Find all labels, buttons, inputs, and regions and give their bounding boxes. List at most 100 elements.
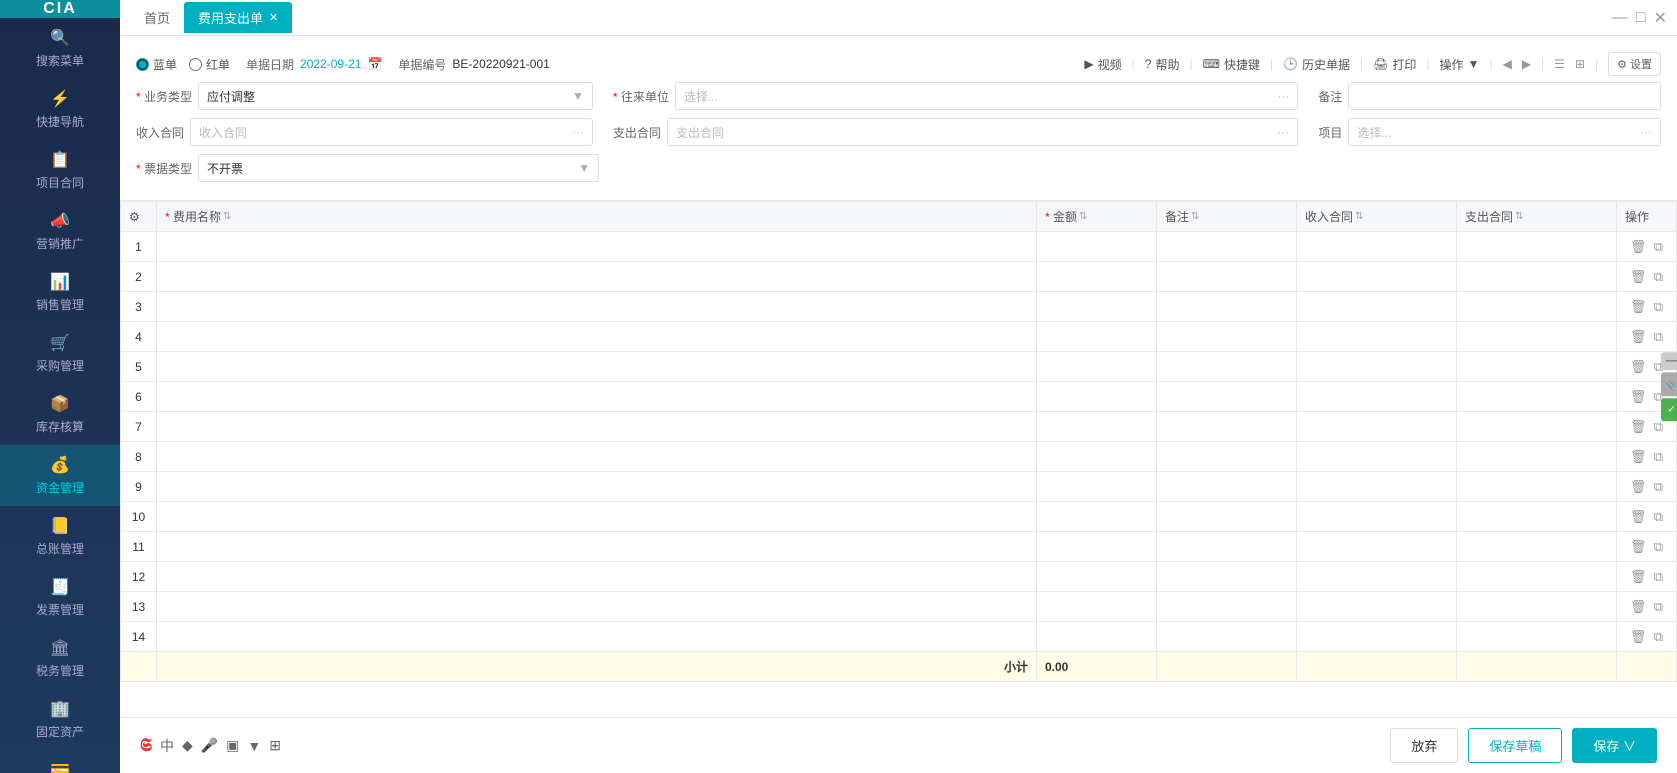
cell-income-contract[interactable] xyxy=(1297,502,1457,532)
cell-expense-contract[interactable] xyxy=(1457,472,1617,502)
cell-expense-name[interactable] xyxy=(157,592,1037,622)
sidebar-item-tax[interactable]: 🏛 税务管理 xyxy=(0,628,120,689)
project-input[interactable]: 选择... ··· xyxy=(1348,118,1661,146)
delete-row-button[interactable]: 🗑 xyxy=(1628,447,1649,467)
delete-row-button[interactable]: 🗑 xyxy=(1628,567,1649,587)
sidebar-item-purchase[interactable]: 🛒 采购管理 xyxy=(0,323,120,384)
cell-remark[interactable] xyxy=(1157,562,1297,592)
footer-icon-mic[interactable]: 🎤 xyxy=(201,737,218,754)
cell-amount[interactable] xyxy=(1037,442,1157,472)
cell-expense-name[interactable] xyxy=(157,532,1037,562)
income-contract-input[interactable]: 收入合同 ··· xyxy=(190,118,593,146)
right-panel-btn-attach[interactable]: 📎 xyxy=(1661,372,1677,396)
minimize-icon[interactable]: — xyxy=(1612,9,1628,27)
cell-amount[interactable] xyxy=(1037,262,1157,292)
cell-remark[interactable] xyxy=(1157,532,1297,562)
cell-expense-contract[interactable] xyxy=(1457,262,1617,292)
sidebar-item-invoice[interactable]: 🧾 发票管理 xyxy=(0,567,120,628)
cell-income-contract[interactable] xyxy=(1297,232,1457,262)
btn-video[interactable]: ▶ 视频 xyxy=(1084,56,1121,73)
cell-expense-contract[interactable] xyxy=(1457,442,1617,472)
copy-row-button[interactable]: ⧉ xyxy=(1652,327,1665,347)
cell-expense-name[interactable] xyxy=(157,292,1037,322)
cell-expense-contract[interactable] xyxy=(1457,562,1617,592)
cell-expense-contract[interactable] xyxy=(1457,412,1617,442)
cell-income-contract[interactable] xyxy=(1297,262,1457,292)
cell-expense-name[interactable] xyxy=(157,352,1037,382)
cell-expense-name[interactable] xyxy=(157,562,1037,592)
copy-row-button[interactable]: ⧉ xyxy=(1652,267,1665,287)
btn-help[interactable]: ? 帮助 xyxy=(1145,56,1180,73)
cell-remark[interactable] xyxy=(1157,352,1297,382)
cell-remark[interactable] xyxy=(1157,232,1297,262)
sidebar-item-payroll[interactable]: 💳 工资 xyxy=(0,750,120,773)
cell-remark[interactable] xyxy=(1157,502,1297,532)
cell-remark[interactable] xyxy=(1157,592,1297,622)
cell-income-contract[interactable] xyxy=(1297,322,1457,352)
cell-income-contract[interactable] xyxy=(1297,592,1457,622)
cell-amount[interactable] xyxy=(1037,562,1157,592)
sort-icon-remark[interactable]: ⇅ xyxy=(1191,211,1199,222)
cell-expense-contract[interactable] xyxy=(1457,382,1617,412)
btn-operation[interactable]: 操作 ▼ xyxy=(1440,56,1480,73)
copy-row-button[interactable]: ⧉ xyxy=(1652,477,1665,497)
cell-remark[interactable] xyxy=(1157,442,1297,472)
cell-income-contract[interactable] xyxy=(1297,382,1457,412)
cell-remark[interactable] xyxy=(1157,622,1297,652)
sidebar-item-quicknav[interactable]: ⚡ 快捷导航 xyxy=(0,79,120,140)
cell-income-contract[interactable] xyxy=(1297,562,1457,592)
right-panel-btn-3[interactable]: ✓ xyxy=(1661,398,1677,421)
delete-row-button[interactable]: 🗑 xyxy=(1628,297,1649,317)
cell-amount[interactable] xyxy=(1037,622,1157,652)
sidebar-item-assets[interactable]: 🏢 固定资产 xyxy=(0,689,120,750)
delete-row-button[interactable]: 🗑 xyxy=(1628,537,1649,557)
cell-income-contract[interactable] xyxy=(1297,472,1457,502)
tab-home[interactable]: 首页 xyxy=(130,2,184,33)
settings-button[interactable]: ⚙ 设置 xyxy=(1608,52,1661,76)
footer-icon-1[interactable]: 中 xyxy=(160,736,174,756)
cell-income-contract[interactable] xyxy=(1297,352,1457,382)
btn-print[interactable]: 🖨 打印 xyxy=(1373,56,1416,73)
cell-expense-contract[interactable] xyxy=(1457,532,1617,562)
cell-amount[interactable] xyxy=(1037,292,1157,322)
cell-income-contract[interactable] xyxy=(1297,622,1457,652)
cell-expense-contract[interactable] xyxy=(1457,592,1617,622)
cell-expense-name[interactable] xyxy=(157,262,1037,292)
radio-blue[interactable]: 蓝单 xyxy=(136,56,177,73)
cell-expense-contract[interactable] xyxy=(1457,352,1617,382)
cell-amount[interactable] xyxy=(1037,382,1157,412)
delete-row-button[interactable]: 🗑 xyxy=(1628,237,1649,257)
delete-row-button[interactable]: 🗑 xyxy=(1628,627,1649,647)
cell-income-contract[interactable] xyxy=(1297,532,1457,562)
copy-row-button[interactable]: ⧉ xyxy=(1652,507,1665,527)
biz-type-select[interactable]: 应付调整 ▼ xyxy=(198,82,593,110)
tab-expense[interactable]: 费用支出单 ✕ xyxy=(184,2,292,33)
cell-income-contract[interactable] xyxy=(1297,442,1457,472)
maximize-icon[interactable]: □ xyxy=(1636,9,1646,27)
delete-row-button[interactable]: 🗑 xyxy=(1628,387,1649,407)
sort-icon-expense[interactable]: ⇅ xyxy=(1515,211,1523,222)
cell-expense-contract[interactable] xyxy=(1457,232,1617,262)
cell-expense-contract[interactable] xyxy=(1457,502,1617,532)
sidebar-item-marketing[interactable]: 📣 营销推广 xyxy=(0,201,120,262)
sidebar-item-capital[interactable]: 💰 资金管理 xyxy=(0,445,120,506)
btn-shortcut[interactable]: ⌨ 快捷键 xyxy=(1203,56,1260,73)
cell-amount[interactable] xyxy=(1037,502,1157,532)
delete-row-button[interactable]: 🗑 xyxy=(1628,597,1649,617)
copy-row-button[interactable]: ⧉ xyxy=(1652,597,1665,617)
delete-row-button[interactable]: 🗑 xyxy=(1628,327,1649,347)
cell-expense-name[interactable] xyxy=(157,382,1037,412)
copy-row-button[interactable]: ⧉ xyxy=(1652,447,1665,467)
cell-amount[interactable] xyxy=(1037,592,1157,622)
delete-row-button[interactable]: 🗑 xyxy=(1628,477,1649,497)
cell-expense-contract[interactable] xyxy=(1457,322,1617,352)
sort-icon-name[interactable]: ⇅ xyxy=(223,211,231,222)
radio-red[interactable]: 红单 xyxy=(189,56,230,73)
cell-income-contract[interactable] xyxy=(1297,412,1457,442)
cell-expense-name[interactable] xyxy=(157,502,1037,532)
footer-icon-2[interactable]: ◆ xyxy=(182,737,193,754)
cell-amount[interactable] xyxy=(1037,472,1157,502)
delete-row-button[interactable]: 🗑 xyxy=(1628,357,1649,377)
nav-next-icon[interactable]: ▶ xyxy=(1522,57,1531,71)
copy-row-button[interactable]: ⧉ xyxy=(1652,537,1665,557)
